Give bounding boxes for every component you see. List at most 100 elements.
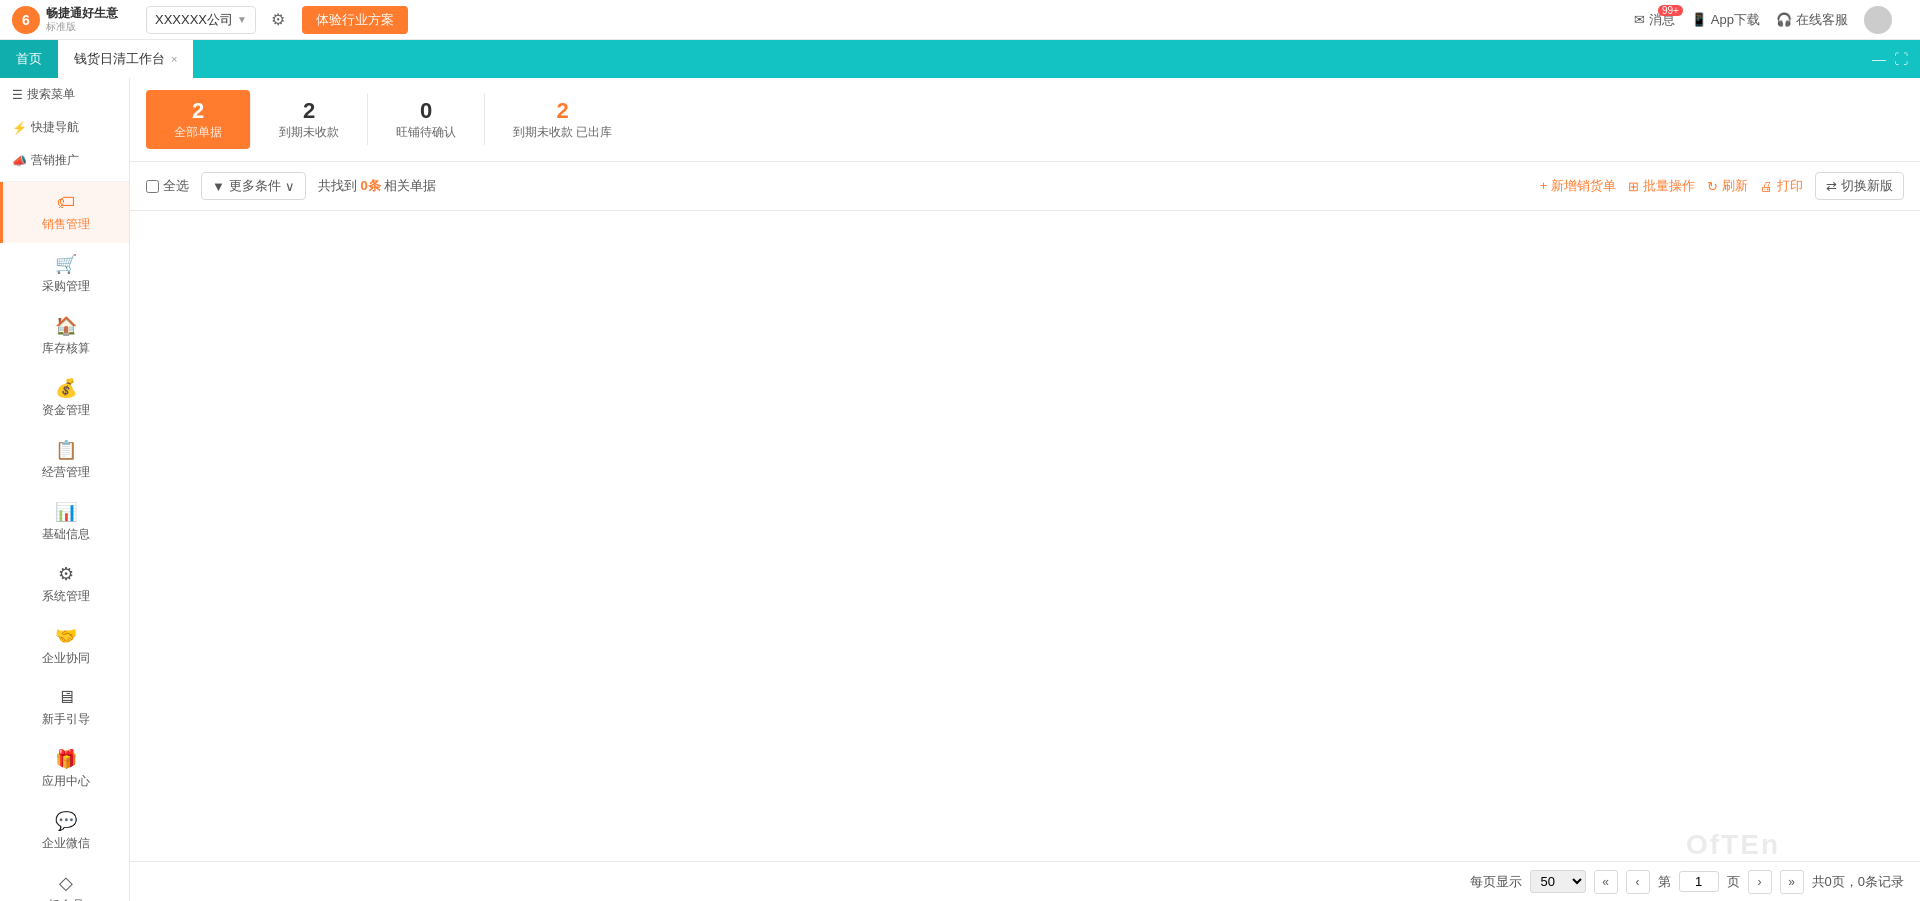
avatar[interactable] (1864, 6, 1892, 34)
stat-num-overdue: 2 (303, 98, 315, 124)
online-service-action[interactable]: 🎧 在线客服 (1776, 11, 1848, 29)
prev-page-button[interactable]: ‹ (1626, 870, 1650, 894)
sidebar-item-purchase[interactable]: 🛒 采购管理 (0, 243, 129, 305)
toolbar-right: + 新增销货单 ⊞ 批量操作 ↻ 刷新 🖨 打印 ⇄ 切换新版 (1540, 172, 1904, 200)
search-icon: ☰ (12, 88, 23, 102)
tab-workbench-label: 钱货日清工作台 (74, 50, 165, 68)
close-tab-icon[interactable]: × (171, 53, 177, 65)
system-icon: ⚙ (58, 563, 74, 585)
last-page-button[interactable]: » (1780, 870, 1804, 894)
enterprise-collab-label: 企业协同 (42, 650, 90, 667)
app-download-action[interactable]: 📱 App下载 (1691, 11, 1760, 29)
page-suffix: 页 (1727, 873, 1740, 891)
finance-label: 资金管理 (42, 402, 90, 419)
prev-page-icon: ‹ (1636, 875, 1640, 889)
stats-bar: 2 全部单据 2 到期未收款 0 旺铺待确认 2 到期未收款 已出库 (130, 78, 1920, 162)
filter-button[interactable]: ▼ 更多条件 ∨ (201, 172, 306, 200)
sidebar-item-inventory[interactable]: 🏠 库存核算 (0, 305, 129, 367)
sidebar-item-sales[interactable]: 🏷 销售管理 (0, 182, 129, 243)
enterprise-wechat-label: 企业微信 (42, 835, 90, 852)
tab-workbench[interactable]: 钱货日清工作台 × (58, 40, 193, 78)
app-center-icon: 🎁 (55, 748, 77, 770)
search-menu-label: 搜索菜单 (27, 86, 75, 103)
print-button[interactable]: 🖨 打印 (1760, 177, 1803, 195)
inventory-label: 库存核算 (42, 340, 90, 357)
basic-info-icon: 📊 (55, 501, 77, 523)
sidebar-item-member[interactable]: ◇ 畅会员 (0, 862, 129, 901)
guide-icon: 🖥 (57, 687, 75, 708)
found-prefix: 共找到 (318, 178, 357, 193)
logo-main: 畅捷通好生意 (46, 6, 118, 20)
member-icon: ◇ (59, 872, 73, 894)
sidebar-item-enterprise-wechat[interactable]: 💬 企业微信 (0, 800, 129, 862)
stat-label-pending: 旺铺待确认 (396, 124, 456, 141)
select-all-checkbox[interactable]: 全选 (146, 177, 189, 195)
maximize-icon[interactable]: ⛶ (1894, 51, 1908, 67)
nav-tabs: 首页 钱货日清工作台 × — ⛶ (0, 40, 1920, 78)
online-service-label: 在线客服 (1796, 11, 1848, 29)
stat-card-all[interactable]: 2 全部单据 (146, 90, 250, 149)
sales-icon: 🏷 (57, 192, 75, 213)
inventory-icon: 🏠 (55, 315, 77, 337)
stat-num-pending: 0 (420, 98, 432, 124)
stat-card-pending[interactable]: 0 旺铺待确认 (368, 90, 484, 149)
print-icon: 🖨 (1760, 179, 1773, 194)
total-records: 共0页，0条记录 (1812, 873, 1904, 891)
sidebar-item-basic-info[interactable]: 📊 基础信息 (0, 491, 129, 553)
messages-badge: 99+ (1658, 5, 1683, 16)
per-page-select[interactable]: 50 100 200 (1530, 870, 1586, 893)
sidebar-quick-nav[interactable]: ⚡ 快捷导航 (0, 111, 129, 144)
add-sales-order-button[interactable]: + 新增销货单 (1540, 177, 1616, 195)
next-page-icon: › (1758, 875, 1762, 889)
company-selector[interactable]: XXXXXX公司 ▼ (146, 6, 256, 34)
sidebar-item-finance[interactable]: 💰 资金管理 (0, 367, 129, 429)
first-page-button[interactable]: « (1594, 870, 1618, 894)
sidebar-item-enterprise-collab[interactable]: 🤝 企业协同 (0, 615, 129, 677)
page-input[interactable] (1679, 871, 1719, 892)
sidebar-top: ☰ 搜索菜单 ⚡ 快捷导航 📣 营销推广 (0, 78, 129, 182)
logo-area: 6 畅捷通好生意 标准版 (12, 6, 142, 34)
stat-label-overdue: 到期未收款 (279, 124, 339, 141)
finance-icon: 💰 (55, 377, 77, 399)
purchase-icon: 🛒 (55, 253, 77, 275)
enterprise-wechat-icon: 💬 (55, 810, 77, 832)
sales-label: 销售管理 (42, 216, 90, 233)
logo-icon: 6 (12, 6, 40, 34)
sidebar-item-guide[interactable]: 🖥 新手引导 (0, 677, 129, 738)
batch-label: 批量操作 (1643, 177, 1695, 195)
sidebar-item-app-center[interactable]: 🎁 应用中心 (0, 738, 129, 800)
main-layout: ☰ 搜索菜单 ⚡ 快捷导航 📣 营销推广 🏷 销售管理 🛒 采购管理 🏠 库存核… (0, 78, 1920, 901)
select-all-input[interactable] (146, 180, 159, 193)
sidebar-search-menu[interactable]: ☰ 搜索菜单 (0, 78, 129, 111)
sidebar: ☰ 搜索菜单 ⚡ 快捷导航 📣 营销推广 🏷 销售管理 🛒 采购管理 🏠 库存核… (0, 78, 130, 901)
sidebar-item-system[interactable]: ⚙ 系统管理 (0, 553, 129, 615)
tab-home[interactable]: 首页 (0, 40, 58, 78)
sidebar-marketing[interactable]: 📣 营销推广 (0, 144, 129, 177)
switch-version-button[interactable]: ⇄ 切换新版 (1815, 172, 1904, 200)
stat-label-all: 全部单据 (174, 124, 222, 141)
per-page-label: 每页显示 (1470, 873, 1522, 891)
settings-icon[interactable]: ⚙ (264, 6, 292, 34)
next-page-button[interactable]: › (1748, 870, 1772, 894)
messages-action[interactable]: ✉ 消息 99+ (1634, 11, 1675, 29)
logo-sub: 标准版 (46, 21, 118, 33)
minimize-icon[interactable]: — (1872, 51, 1886, 67)
message-icon: ✉ (1634, 12, 1645, 27)
found-suffix: 相关单据 (384, 178, 436, 193)
system-label: 系统管理 (42, 588, 90, 605)
trial-button[interactable]: 体验行业方案 (302, 6, 408, 34)
refresh-button[interactable]: ↻ 刷新 (1707, 177, 1748, 195)
stat-label-shipped: 到期未收款 已出库 (513, 124, 612, 141)
table-area (130, 211, 1920, 861)
stat-card-shipped[interactable]: 2 到期未收款 已出库 (485, 90, 640, 149)
stat-num-all: 2 (192, 98, 204, 124)
sidebar-item-operations[interactable]: 📋 经营管理 (0, 429, 129, 491)
found-text: 共找到 0条 相关单据 (318, 177, 436, 195)
top-header: 6 畅捷通好生意 标准版 XXXXXX公司 ▼ ⚙ 体验行业方案 ✉ 消息 99… (0, 0, 1920, 40)
chevron-down-icon: ∨ (285, 179, 295, 194)
print-label: 打印 (1777, 177, 1803, 195)
stat-num-shipped: 2 (557, 98, 569, 124)
stat-card-overdue[interactable]: 2 到期未收款 (251, 90, 367, 149)
batch-operation-button[interactable]: ⊞ 批量操作 (1628, 177, 1695, 195)
app-center-label: 应用中心 (42, 773, 90, 790)
